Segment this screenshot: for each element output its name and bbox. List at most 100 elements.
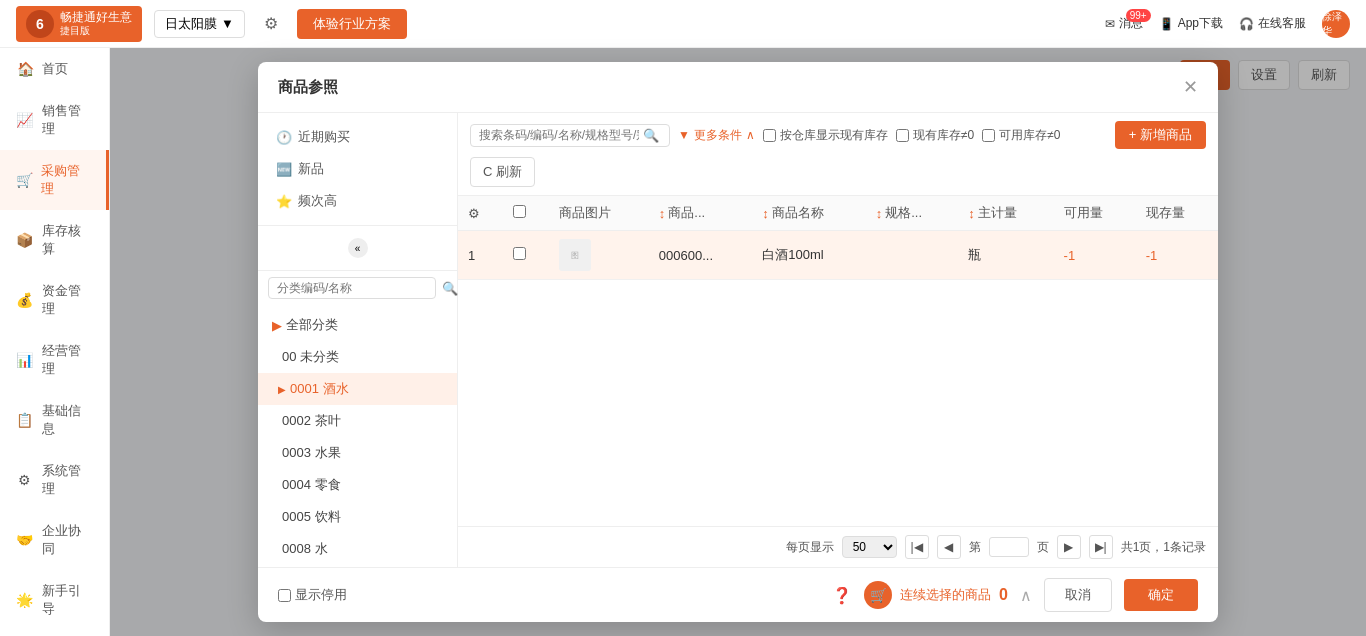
left-tab-new[interactable]: 🆕 新品 (266, 153, 449, 185)
refresh-product-btn[interactable]: C 刷新 (470, 157, 535, 187)
recent-icon: 🕐 (276, 130, 292, 145)
nav-dropdown[interactable]: 日太阳膜 ▼ (154, 10, 245, 38)
row-checkbox[interactable] (513, 247, 526, 260)
page-prev-btn[interactable]: ◀ (937, 535, 961, 559)
product-search-input[interactable] (479, 128, 639, 142)
add-product-btn[interactable]: + 新增商品 (1115, 121, 1206, 149)
inventory-icon: 📦 (16, 231, 34, 249)
checkbox-stock-neq0[interactable]: 现有库存≠0 (896, 127, 974, 144)
sidebar-item-guide[interactable]: 🌟 新手引导 (0, 570, 109, 630)
collapse-panel-btn[interactable]: « (348, 238, 368, 258)
sidebar-item-system[interactable]: ⚙ 系统管理 (0, 450, 109, 510)
top-nav: 6 畅捷通好生意 捷目版 日太阳膜 ▼ ⚙ 体验行业方案 ✉ 消息 99+ 📱 … (0, 0, 1366, 48)
home-icon: 🏠 (16, 60, 34, 78)
sort-unit-icon: ↕ (968, 206, 975, 221)
operation-icon: 📊 (16, 351, 34, 369)
modal-toolbar: 🔍 ▼ 更多条件 ∧ 按仓库显示现有库存 (458, 113, 1218, 196)
category-tea[interactable]: 0002 茶叶 (258, 405, 457, 437)
select-all-checkbox[interactable] (513, 205, 526, 218)
sidebar-item-purchase[interactable]: 🛒 采购管理 (0, 150, 109, 210)
show-disabled-checkbox[interactable]: 显示停用 (278, 586, 347, 604)
left-tab-frequent[interactable]: ⭐ 频次高 (266, 185, 449, 217)
left-tab-recent[interactable]: 🕐 近期购买 (266, 121, 449, 153)
pagination-bar: 每页显示 50 100 200 |◀ ◀ 第 1 页 ▶ (458, 526, 1218, 567)
more-filter-btn[interactable]: ▼ 更多条件 ∧ (678, 127, 755, 144)
confirm-btn[interactable]: 确定 (1124, 579, 1198, 611)
th-available: 可用量 (1054, 196, 1136, 231)
category-beverage[interactable]: 0005 饮料 (258, 501, 457, 533)
category-water[interactable]: 0008 水 (258, 533, 457, 565)
th-settings[interactable]: ⚙ (458, 196, 503, 231)
search-icon[interactable]: 🔍 (442, 281, 458, 296)
modal-body: 🕐 近期购买 🆕 新品 ⭐ 频次高 (258, 113, 1218, 567)
avatar: 徐泽华 (1322, 10, 1350, 38)
product-table-wrap: ⚙ 商品图片 ↕商品... (458, 196, 1218, 526)
sidebar-item-enterprise[interactable]: 🤝 企业协同 (0, 510, 109, 570)
sidebar: 🏠 首页 📈 销售管理 🛒 采购管理 📦 库存核算 💰 资金管理 📊 经营管理 … (0, 48, 110, 636)
page-size-select[interactable]: 50 100 200 (842, 536, 897, 558)
sidebar-item-operation[interactable]: 📊 经营管理 (0, 330, 109, 390)
modal-footer: 显示停用 ❓ 🛒 连续选择的商品 0 ∧ 取消 确定 (258, 567, 1218, 622)
category-snack[interactable]: 0004 零食 (258, 469, 457, 501)
category-uncategorized[interactable]: 00 未分类 (258, 341, 457, 373)
experience-btn[interactable]: 体验行业方案 (297, 9, 407, 39)
help-icon[interactable]: ❓ (832, 586, 852, 605)
chevron-up-icon: ∧ (746, 128, 755, 142)
checkbox-available-input[interactable] (982, 129, 995, 142)
category-search-input[interactable] (268, 277, 436, 299)
page-first-btn[interactable]: |◀ (905, 535, 929, 559)
th-code[interactable]: ↕商品... (649, 196, 752, 231)
checkbox-warehouse-input[interactable] (763, 129, 776, 142)
category-all[interactable]: ▶ 全部分类 (258, 309, 457, 341)
nav-app-download[interactable]: 📱 App下载 (1159, 15, 1223, 32)
nav-icons: ✉ 消息 99+ 📱 App下载 🎧 在线客服 徐泽华 (1105, 10, 1350, 38)
page-input[interactable]: 1 (989, 537, 1029, 557)
table-row[interactable]: 1 图 000600... 白酒100ml (458, 231, 1218, 280)
show-disabled-input[interactable] (278, 589, 291, 602)
th-checkbox[interactable] (503, 196, 549, 231)
th-spec[interactable]: ↕规格... (866, 196, 958, 231)
category-expand-icon: ▶ (278, 384, 286, 395)
nav-service[interactable]: 🎧 在线客服 (1239, 15, 1306, 32)
modal-right-panel: 🔍 ▼ 更多条件 ∧ 按仓库显示现有库存 (458, 113, 1218, 567)
modal-title: 商品参照 (278, 78, 338, 97)
sidebar-item-apps[interactable]: 📱 应用中心 (0, 630, 109, 636)
td-unit: 瓶 (958, 231, 1053, 280)
checkbox-stock-input[interactable] (896, 129, 909, 142)
cart-area: 🛒 连续选择的商品 0 (864, 581, 1008, 609)
category-list: ▶ 全部分类 00 未分类 ▶ 0001 酒水 0002 茶 (258, 305, 457, 567)
th-image: 商品图片 (549, 196, 649, 231)
page-last-btn[interactable]: ▶| (1089, 535, 1113, 559)
category-alcohol[interactable]: ▶ 0001 酒水 (258, 373, 457, 405)
search-submit-icon[interactable]: 🔍 (643, 128, 659, 143)
cart-collapse-icon[interactable]: ∧ (1020, 586, 1032, 605)
cart-icon[interactable]: 🛒 (864, 581, 892, 609)
sidebar-item-inventory[interactable]: 📦 库存核算 (0, 210, 109, 270)
cancel-btn[interactable]: 取消 (1044, 578, 1112, 612)
checkbox-available-neq0[interactable]: 可用库存≠0 (982, 127, 1060, 144)
settings-icon: ⚙ (468, 206, 480, 221)
td-spec (866, 231, 958, 280)
nav-message[interactable]: ✉ 消息 99+ (1105, 15, 1143, 32)
modal-backdrop: 商品参照 ✕ 🕐 近期购买 🆕 (110, 48, 1366, 636)
table-header-row: ⚙ 商品图片 ↕商品... (458, 196, 1218, 231)
sidebar-item-home[interactable]: 🏠 首页 (0, 48, 109, 90)
td-checkbox[interactable] (503, 231, 549, 280)
th-unit[interactable]: ↕主计量 (958, 196, 1053, 231)
close-icon[interactable]: ✕ (1183, 76, 1198, 98)
page-next-btn[interactable]: ▶ (1057, 535, 1081, 559)
th-name[interactable]: ↕商品名称 (752, 196, 866, 231)
category-fruit[interactable]: 0003 水果 (258, 437, 457, 469)
sidebar-item-basic-info[interactable]: 📋 基础信息 (0, 390, 109, 450)
enterprise-icon: 🤝 (16, 531, 34, 549)
th-stock: 现存量 (1136, 196, 1218, 231)
gear-icon[interactable]: ⚙ (257, 10, 285, 38)
sidebar-item-finance[interactable]: 💰 资金管理 (0, 270, 109, 330)
td-image: 图 (549, 231, 649, 280)
cart-count: 0 (999, 586, 1008, 604)
nav-user[interactable]: 徐泽华 (1322, 10, 1350, 38)
sidebar-item-sales[interactable]: 📈 销售管理 (0, 90, 109, 150)
checkbox-warehouse[interactable]: 按仓库显示现有库存 (763, 127, 888, 144)
purchase-icon: 🛒 (16, 171, 33, 189)
logo-text: 畅捷通好生意 捷目版 (60, 10, 132, 36)
